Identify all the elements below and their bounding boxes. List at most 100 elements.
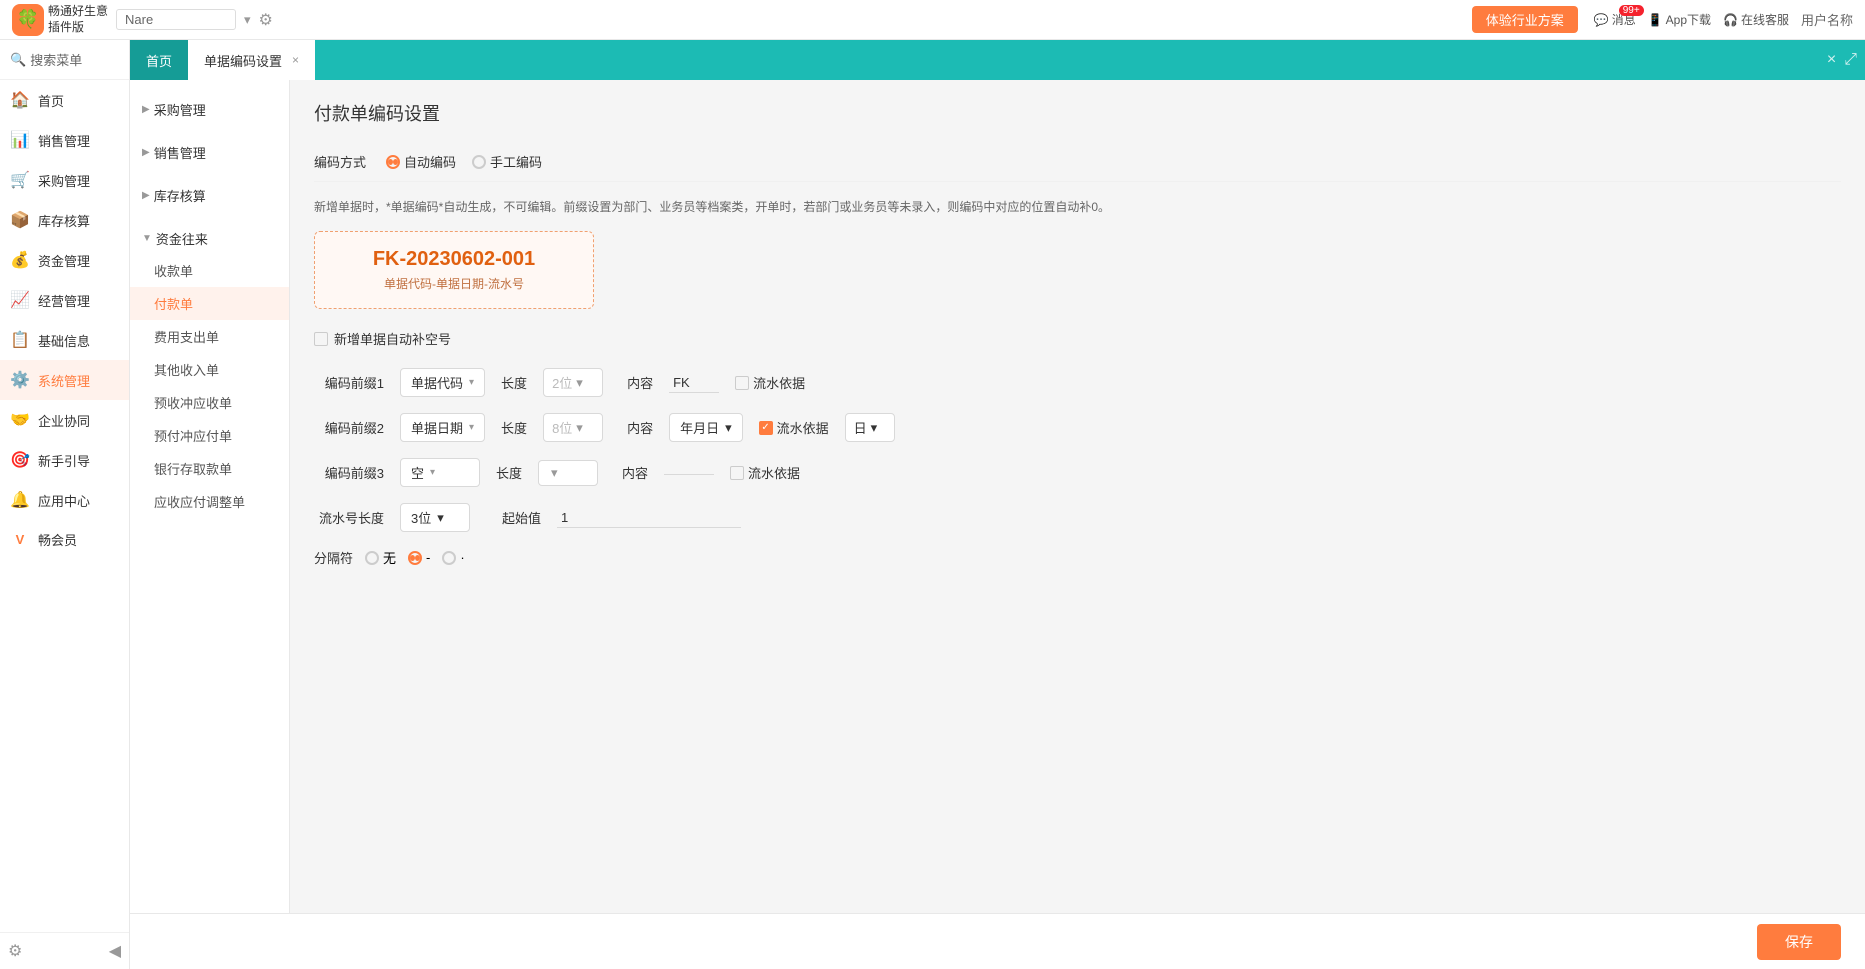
tab-close-btn[interactable]: ×: [1827, 51, 1836, 69]
tab-encoding-label: 单据编码设置: [204, 51, 282, 70]
arrow-purchase: ▶: [142, 104, 150, 115]
settings-bottom-icon[interactable]: ⚙: [8, 941, 22, 961]
sidebar-item-guide[interactable]: 🎯 新手引导: [0, 440, 129, 480]
prefix1-arrow: ▾: [469, 377, 474, 388]
encoding-radio-group: 自动编码 手工编码: [386, 152, 542, 171]
prefix3-select[interactable]: 空 ▾: [400, 458, 480, 487]
sidebar-item-home[interactable]: 🏠 首页: [0, 80, 129, 120]
sub-label-inventory: 库存核算: [154, 186, 206, 205]
content2-select[interactable]: 年月日 ▾: [669, 413, 743, 442]
stream1-checkbox[interactable]: [735, 376, 749, 390]
collapse-icon[interactable]: ◀: [109, 941, 121, 961]
len3-select[interactable]: ▾: [538, 460, 598, 486]
content3-value: [664, 470, 714, 475]
sep-dot2-radio[interactable]: ·: [442, 550, 464, 565]
separator-row: 分隔符 无 - ·: [314, 548, 1841, 567]
prefix2-select[interactable]: 单据日期 ▾: [400, 413, 485, 442]
len1-select[interactable]: 2位 ▾: [543, 368, 603, 397]
sub-item-adjustment[interactable]: 应收应付调整单: [130, 485, 289, 518]
auto-fill-checkbox[interactable]: [314, 332, 328, 346]
form-row-3: 编码前缀3 空 ▾ 长度 ▾ 内容 流水依据: [314, 458, 1841, 487]
form-row-1: 编码前缀1 单据代码 ▾ 长度 2位 ▾ 内容 FK 流水依据: [314, 368, 1841, 397]
sub-item-bank[interactable]: 银行存取款单: [130, 452, 289, 485]
prefix1-select[interactable]: 单据代码 ▾: [400, 368, 485, 397]
settings-icon[interactable]: ⚙: [259, 10, 273, 30]
sidebar-item-system[interactable]: ⚙️ 系统管理: [0, 360, 129, 400]
app-logo: 🍀 畅通好生意 插件版: [12, 4, 108, 36]
stream2-check: ✓ 流水依据: [759, 418, 829, 437]
sidebar-item-apps[interactable]: 🔔 应用中心: [0, 480, 129, 520]
company-selector[interactable]: Nare: [116, 9, 236, 30]
username[interactable]: 用户名称: [1801, 10, 1853, 29]
top-bar-left: 🍀 畅通好生意 插件版 Nare ▾ ⚙: [12, 4, 273, 36]
tab-close-icon[interactable]: ×: [292, 53, 299, 67]
day-select[interactable]: 日 ▾: [845, 413, 895, 442]
sidebar-search[interactable]: 🔍 搜索菜单: [0, 40, 129, 80]
sub-header-sales[interactable]: ▶ 销售管理: [130, 137, 289, 168]
sub-item-other-income[interactable]: 其他收入单: [130, 353, 289, 386]
sub-header-purchase[interactable]: ▶ 采购管理: [130, 94, 289, 125]
serial-length-select[interactable]: 3位 ▾: [400, 503, 470, 532]
day-value: 日: [854, 418, 867, 437]
sep-none-radio[interactable]: 无: [365, 548, 396, 567]
home-icon: 🏠: [10, 90, 30, 110]
sidebar-item-finance[interactable]: 💰 资金管理: [0, 240, 129, 280]
sidebar-label-operations: 经营管理: [38, 291, 90, 310]
stream3-checkbox[interactable]: [730, 466, 744, 480]
tab-expand-btn[interactable]: ⤢: [1844, 51, 1857, 69]
sep-dot-dot: [408, 551, 422, 565]
sidebar-item-basic[interactable]: 📋 基础信息: [0, 320, 129, 360]
sub-item-expense[interactable]: 费用支出单: [130, 320, 289, 353]
apps-icon: 🔔: [10, 490, 30, 510]
sidebar-item-member[interactable]: V 畅会员: [0, 520, 129, 559]
sales-icon: 📊: [10, 130, 30, 150]
sidebar-label-inventory: 库存核算: [38, 211, 90, 230]
save-button[interactable]: 保存: [1757, 924, 1841, 960]
sub-item-advance-payable[interactable]: 预付冲应付单: [130, 419, 289, 452]
arrow-funds: ▼: [142, 233, 152, 244]
sub-item-advance-receivable[interactable]: 预收冲应收单: [130, 386, 289, 419]
serial-length-value: 3位: [411, 508, 431, 527]
message-icon: 💬: [1594, 13, 1609, 27]
trial-btn[interactable]: 体验行业方案: [1472, 6, 1578, 33]
arrow-inventory: ▶: [142, 190, 150, 201]
sidebar-item-operations[interactable]: 📈 经营管理: [0, 280, 129, 320]
sidebar-item-enterprise[interactable]: 🤝 企业协同: [0, 400, 129, 440]
tab-home[interactable]: 首页: [130, 40, 188, 80]
auto-code-radio[interactable]: 自动编码: [386, 152, 456, 171]
manual-code-radio[interactable]: 手工编码: [472, 152, 542, 171]
stream2-label: 流水依据: [777, 418, 829, 437]
separator-label: 分隔符: [314, 548, 353, 567]
len2-select[interactable]: 8位 ▾: [543, 413, 603, 442]
start-value-input[interactable]: [557, 508, 741, 528]
enterprise-icon: 🤝: [10, 410, 30, 430]
sub-header-inventory[interactable]: ▶ 库存核算: [130, 180, 289, 211]
sub-item-receipt[interactable]: 收款单: [130, 254, 289, 287]
tab-bar-right: × ⤢: [1827, 51, 1865, 69]
sub-label-funds: 资金往来: [156, 229, 208, 248]
sep-dot-radio[interactable]: -: [408, 550, 430, 565]
sidebar-item-purchase[interactable]: 🛒 采购管理: [0, 160, 129, 200]
message-icon-item[interactable]: 💬 消息 99+: [1594, 11, 1636, 28]
sidebar-label-system: 系统管理: [38, 371, 90, 390]
sub-item-payment[interactable]: 付款单: [130, 287, 289, 320]
sidebar-item-sales[interactable]: 📊 销售管理: [0, 120, 129, 160]
tab-encoding[interactable]: 单据编码设置 ×: [188, 40, 315, 80]
stream3-label: 流水依据: [748, 463, 800, 482]
company-dropdown-icon[interactable]: ▾: [244, 12, 251, 28]
app-download-item[interactable]: 📱 App下载: [1648, 11, 1711, 28]
sub-header-funds[interactable]: ▼ 资金往来: [130, 223, 289, 254]
len2-value: 8位: [552, 418, 572, 437]
serial-length-label: 流水号长度: [314, 508, 384, 527]
online-service-item[interactable]: 🎧 在线客服: [1723, 11, 1789, 28]
basic-icon: 📋: [10, 330, 30, 350]
top-bar: 🍀 畅通好生意 插件版 Nare ▾ ⚙ 体验行业方案 💬 消息 99+ 📱 A…: [0, 0, 1865, 40]
top-bar-right: 体验行业方案 💬 消息 99+ 📱 App下载 🎧 在线客服 用户名称: [1472, 6, 1853, 33]
stream2-checkbox[interactable]: ✓: [759, 421, 773, 435]
content2-arrow: ▾: [725, 420, 732, 436]
sidebar-item-inventory[interactable]: 📦 库存核算: [0, 200, 129, 240]
sidebar: 🔍 搜索菜单 🏠 首页 📊 销售管理 🛒 采购管理 📦 库存核算 💰 资金管理 …: [0, 40, 130, 969]
search-icon: 🔍: [10, 52, 26, 68]
content2-value: 年月日: [680, 418, 719, 437]
main-layout: 🔍 搜索菜单 🏠 首页 📊 销售管理 🛒 采购管理 📦 库存核算 💰 资金管理 …: [0, 40, 1865, 969]
